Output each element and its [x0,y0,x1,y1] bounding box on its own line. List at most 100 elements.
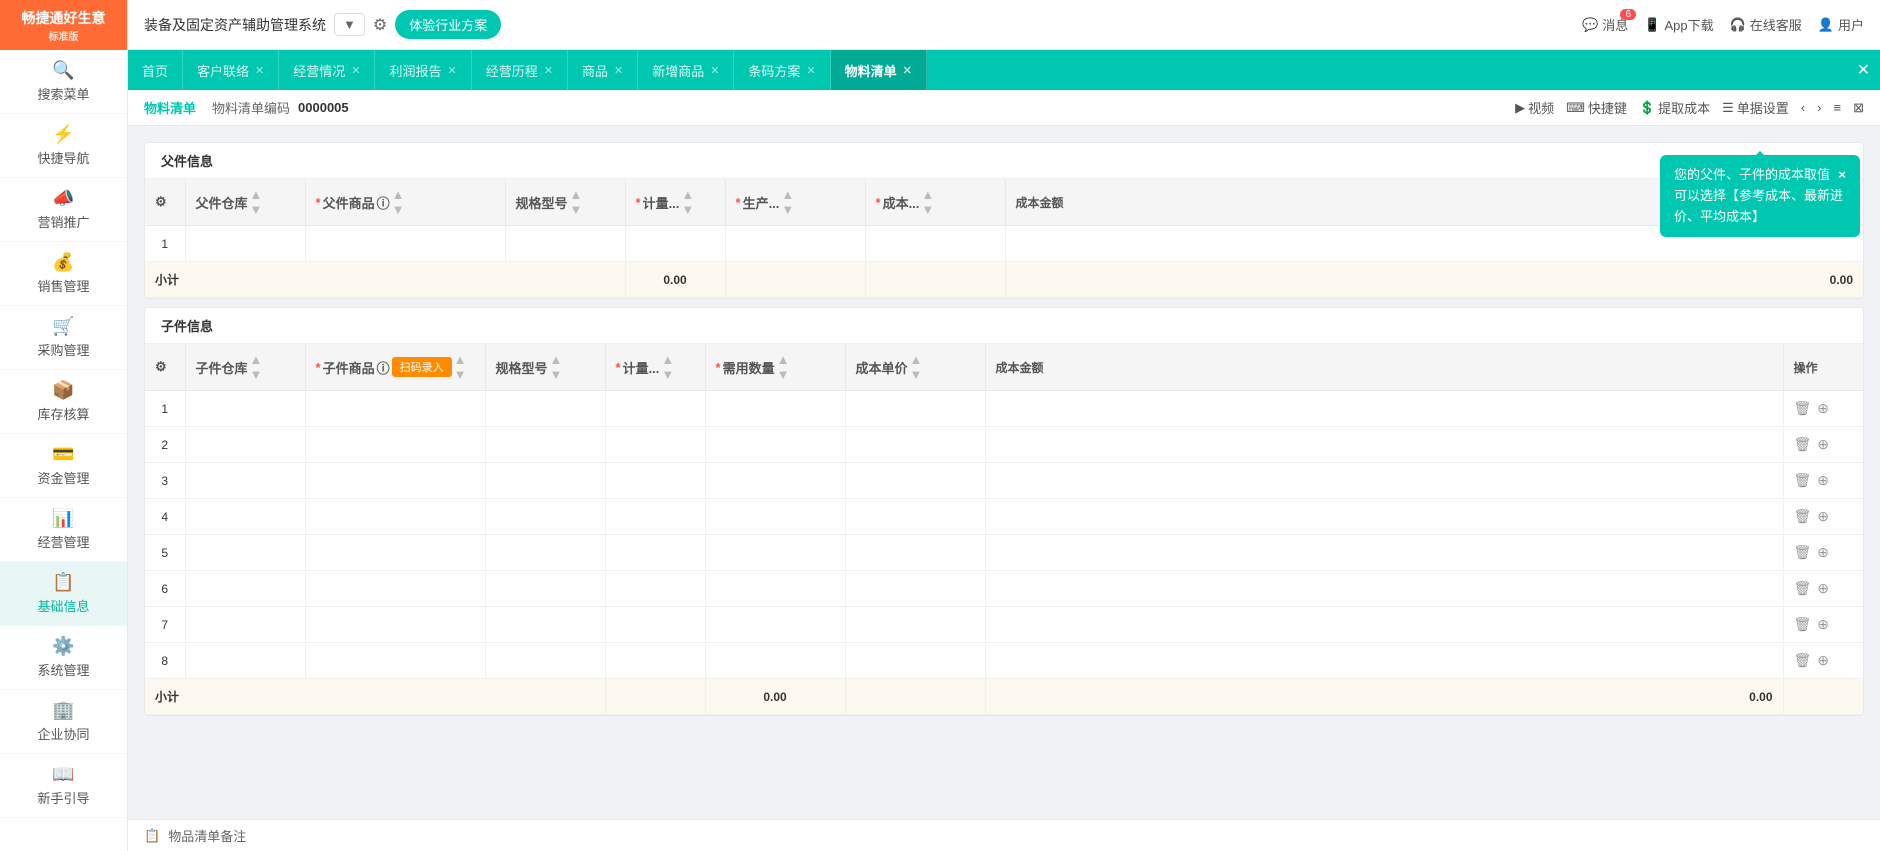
child-unit-cost-cell[interactable] [845,463,985,499]
copy-icon-2[interactable]: ⊕ [1817,436,1829,453]
child-unit-cost-input-6[interactable] [856,581,975,596]
sidebar-item-guide[interactable]: 📖 新手引导 [0,754,127,818]
child-warehouse-cell[interactable] [185,535,305,571]
child-spec-input-2[interactable] [496,437,595,452]
tab-home[interactable]: 首页 [128,50,183,90]
child-spec-cell[interactable] [485,427,605,463]
copy-icon-6[interactable]: ⊕ [1817,580,1829,597]
nav-prev[interactable]: ‹ [1801,100,1805,115]
child-product-cell[interactable] [305,499,485,535]
tab-barcode[interactable]: 条码方案 ✕ [734,50,830,90]
child-unit-cell[interactable] [605,607,705,643]
parent-spec-input[interactable] [516,236,615,251]
child-spec-input-3[interactable] [496,473,595,488]
child-unit-cost-cell[interactable] [845,571,985,607]
sidebar-item-quicknav[interactable]: ⚡ 快捷导航 [0,114,127,178]
child-unit-cost-cell[interactable] [845,391,985,427]
child-unit-input-2[interactable] [616,437,695,452]
child-spec-cell[interactable] [485,391,605,427]
child-spec-input-6[interactable] [496,581,595,596]
tooltip-close[interactable]: × [1838,165,1846,186]
child-product-cell[interactable] [305,643,485,679]
child-warehouse-input-8[interactable] [196,653,295,668]
parent-cost-cell[interactable] [865,226,1005,262]
copy-icon-1[interactable]: ⊕ [1817,400,1829,417]
child-qty-cell[interactable] [705,643,845,679]
tab-products[interactable]: 商品 ✕ [568,50,638,90]
child-product-input-2[interactable] [316,437,475,452]
delete-icon-8[interactable]: 🗑 [1794,652,1812,669]
sidebar-item-inventory[interactable]: 📦 库存核算 [0,370,127,434]
child-unit-cell[interactable] [605,499,705,535]
copy-icon-7[interactable]: ⊕ [1817,616,1829,633]
child-product-cell[interactable] [305,427,485,463]
app-download-btn[interactable]: 📱 App下载 [1644,15,1713,34]
delete-icon-7[interactable]: 🗑 [1794,616,1812,633]
tab-barcode-close[interactable]: ✕ [806,64,815,77]
parent-warehouse-cell[interactable] [185,226,305,262]
sidebar-item-finance[interactable]: 💳 资金管理 [0,434,127,498]
delete-icon-1[interactable]: 🗑 [1794,400,1812,417]
child-unit-cell[interactable] [605,391,705,427]
child-qty-input-6[interactable] [716,581,835,596]
child-unit-cost-input-2[interactable] [856,437,975,452]
child-unit-cell[interactable] [605,643,705,679]
child-unit-cost-cell[interactable] [845,607,985,643]
child-qty-input-7[interactable] [716,617,835,632]
parent-unit-input[interactable] [636,236,715,251]
child-qty-cell[interactable] [705,535,845,571]
child-qty-cell[interactable] [705,607,845,643]
parent-spec-cell[interactable] [505,226,625,262]
tab-products-close[interactable]: ✕ [614,64,623,77]
child-unit-cost-cell[interactable] [845,499,985,535]
page-close[interactable]: ⊠ [1853,100,1864,116]
user-btn[interactable]: 👤 用户 [1818,15,1864,34]
parent-warehouse-input[interactable] [196,236,295,251]
tab-customer-close[interactable]: ✕ [255,64,264,77]
child-qty-input-3[interactable] [716,473,835,488]
child-product-cell[interactable] [305,571,485,607]
nav-next[interactable]: › [1817,100,1821,115]
child-qty-cell[interactable] [705,427,845,463]
child-spec-cell[interactable] [485,643,605,679]
child-unit-cost-cell[interactable] [845,535,985,571]
child-warehouse-input-7[interactable] [196,617,295,632]
child-unit-cost-input-4[interactable] [856,509,975,524]
child-warehouse-cell[interactable] [185,571,305,607]
child-warehouse-input-6[interactable] [196,581,295,596]
parent-production-input[interactable] [736,236,855,251]
child-unit-cost-input-1[interactable] [856,401,975,416]
child-spec-input-4[interactable] [496,509,595,524]
copy-icon-5[interactable]: ⊕ [1817,544,1829,561]
child-product-cell[interactable] [305,535,485,571]
child-warehouse-cell[interactable] [185,463,305,499]
sidebar-item-search[interactable]: 🔍 搜索菜单 [0,50,127,114]
child-spec-input-1[interactable] [496,401,595,416]
copy-icon-4[interactable]: ⊕ [1817,508,1829,525]
child-spec-cell[interactable] [485,571,605,607]
sidebar-item-operations[interactable]: 📊 经营管理 [0,498,127,562]
child-unit-input-1[interactable] [616,401,695,416]
th-gear-child[interactable]: ⚙ [145,344,185,391]
tab-history[interactable]: 经营历程 ✕ [472,50,568,90]
tab-history-close[interactable]: ✕ [544,64,553,77]
delete-icon-2[interactable]: 🗑 [1794,436,1812,453]
child-qty-input-1[interactable] [716,401,835,416]
child-unit-input-4[interactable] [616,509,695,524]
tab-customer[interactable]: 客户联络 ✕ [183,50,279,90]
parent-product-cell[interactable] [305,226,505,262]
child-unit-cost-input-3[interactable] [856,473,975,488]
parent-product-input[interactable] [316,236,495,251]
view-toggle[interactable]: ≡ [1834,100,1842,115]
child-qty-input-8[interactable] [716,653,835,668]
child-warehouse-cell[interactable] [185,391,305,427]
child-product-cell[interactable] [305,463,485,499]
gear-icon[interactable]: ⚙ [373,15,387,35]
child-unit-cost-cell[interactable] [845,427,985,463]
child-warehouse-input-4[interactable] [196,509,295,524]
child-warehouse-input-2[interactable] [196,437,295,452]
child-unit-cell[interactable] [605,571,705,607]
child-unit-cost-input-8[interactable] [856,653,975,668]
th-gear-parent[interactable]: ⚙ [145,179,185,226]
tab-bom-close[interactable]: ✕ [903,64,912,77]
